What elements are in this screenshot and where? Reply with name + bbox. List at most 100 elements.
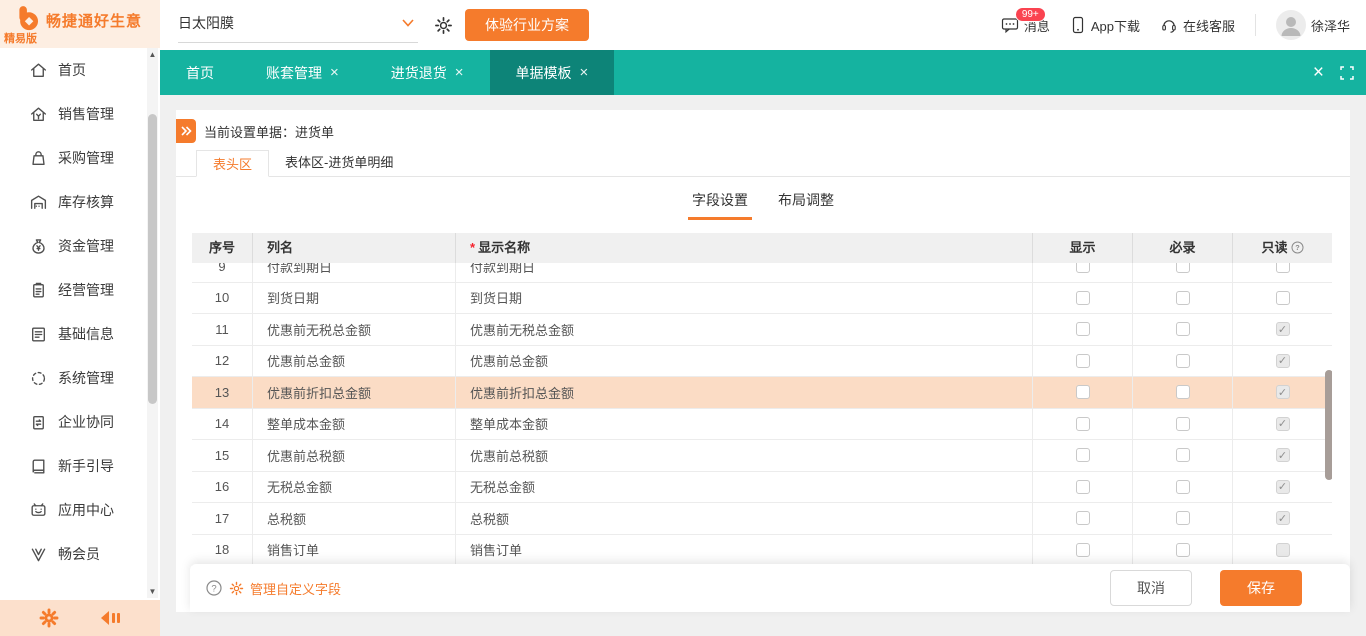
display-name-cell: 付款到期日	[455, 263, 1032, 282]
settings-gear-icon[interactable]	[39, 608, 59, 628]
table-scrollbar-thumb[interactable]	[1325, 370, 1332, 480]
sidebar-item-guide[interactable]: 新手引导	[0, 444, 146, 488]
close-all-tabs-icon[interactable]: ×	[1313, 63, 1324, 82]
sidebar-item-label: 首页	[58, 62, 86, 78]
table-row[interactable]: 15 优惠前总税额 优惠前总税额	[192, 440, 1332, 472]
help-icon[interactable]: ?	[206, 580, 222, 596]
required-cell	[1132, 377, 1232, 408]
table-row[interactable]: 18 销售订单 销售订单	[192, 534, 1332, 566]
readonly-checkbox[interactable]	[1275, 263, 1290, 274]
sidebar-item-app-center[interactable]: 应用中心	[0, 488, 146, 532]
online-support-label: 在线客服	[1182, 18, 1235, 34]
readonly-checkbox	[1275, 416, 1290, 431]
sub-tab-1[interactable]: 布局调整	[778, 190, 834, 220]
column-name-cell: 付款到期日	[252, 263, 455, 282]
account-select[interactable]: 日太阳膜	[178, 7, 418, 43]
required-checkbox[interactable]	[1175, 416, 1190, 431]
table-row[interactable]: 11 优惠前无税总金额 优惠前无税总金额	[192, 314, 1332, 346]
trial-solution-button[interactable]: 体验行业方案	[465, 9, 589, 41]
show-checkbox[interactable]	[1075, 448, 1090, 463]
required-checkbox[interactable]	[1175, 542, 1190, 557]
readonly-checkbox	[1275, 385, 1290, 400]
show-cell	[1032, 282, 1132, 313]
sidebar-item-sales[interactable]: 销售管理	[0, 92, 146, 136]
show-checkbox[interactable]	[1075, 479, 1090, 494]
tab-close-icon[interactable]: ×	[330, 65, 339, 80]
table-row[interactable]: 10 到货日期 到货日期	[192, 282, 1332, 314]
home-icon	[28, 60, 48, 80]
required-checkbox[interactable]	[1175, 511, 1190, 526]
show-checkbox[interactable]	[1075, 353, 1090, 368]
area-tab-0[interactable]: 表头区	[196, 150, 270, 177]
required-checkbox[interactable]	[1175, 479, 1190, 494]
fullscreen-icon[interactable]	[1340, 65, 1354, 80]
show-checkbox[interactable]	[1075, 511, 1090, 526]
show-checkbox[interactable]	[1075, 263, 1090, 274]
double-chevron-icon[interactable]	[176, 119, 196, 143]
readonly-checkbox[interactable]	[1275, 290, 1290, 305]
messages-button[interactable]: 消息 99+	[1001, 6, 1050, 35]
table-row[interactable]: 9 付款到期日 付款到期日	[192, 263, 1332, 283]
sidebar-item-system[interactable]: 系统管理	[0, 356, 146, 400]
save-button[interactable]: 保存	[1220, 570, 1302, 606]
table-row[interactable]: 12 优惠前总金额 优惠前总金额	[192, 345, 1332, 377]
tab-close-icon[interactable]: ×	[580, 65, 589, 80]
show-checkbox[interactable]	[1075, 385, 1090, 400]
sidebar-item-home[interactable]: 首页	[0, 48, 146, 92]
required-checkbox[interactable]	[1175, 290, 1190, 305]
show-cell	[1032, 503, 1132, 534]
sub-tab-0[interactable]: 字段设置	[688, 190, 752, 220]
app-download-button[interactable]: App下载	[1070, 16, 1140, 35]
required-checkbox[interactable]	[1175, 322, 1190, 337]
tabbar-tab-3[interactable]: 单据模板 ×	[489, 50, 615, 95]
sidebar-scrollbar[interactable]: ▲ ▼	[147, 48, 158, 598]
readonly-help-icon[interactable]: ?	[1290, 235, 1304, 265]
scroll-up-icon[interactable]: ▲	[147, 50, 158, 59]
required-checkbox[interactable]	[1175, 385, 1190, 400]
sidebar-item-inventory[interactable]: 库存核算	[0, 180, 146, 224]
sidebar-item-purchase[interactable]: 采购管理	[0, 136, 146, 180]
column-name-cell: 优惠前折扣总金额	[252, 377, 455, 408]
show-cell	[1032, 534, 1132, 565]
table-row[interactable]: 16 无税总金额 无税总金额	[192, 471, 1332, 503]
required-checkbox[interactable]	[1175, 263, 1190, 274]
sidebar-item-operations[interactable]: 经营管理	[0, 268, 146, 312]
sidebar-item-label: 销售管理	[58, 106, 114, 122]
sidebar-item-member[interactable]: 畅会员	[0, 532, 146, 576]
required-cell	[1132, 345, 1232, 376]
tabbar-tab-1[interactable]: 账套管理 ×	[240, 50, 365, 95]
tab-close-icon[interactable]: ×	[455, 65, 464, 80]
manage-custom-fields-link[interactable]: 管理自定义字段	[229, 579, 341, 598]
chevron-down-icon	[402, 19, 414, 27]
collapse-sidebar-icon[interactable]	[101, 611, 121, 625]
funds-icon	[28, 236, 48, 256]
tabbar-tab-2[interactable]: 进货退货 ×	[365, 50, 490, 95]
sidebar-item-base-info[interactable]: 基础信息	[0, 312, 146, 356]
inventory-icon	[28, 192, 48, 212]
show-checkbox[interactable]	[1075, 290, 1090, 305]
online-support-button[interactable]: 在线客服	[1160, 16, 1235, 35]
required-checkbox[interactable]	[1175, 353, 1190, 368]
tabbar-tab-0[interactable]: 首页	[160, 50, 240, 95]
sidebar-scrollbar-thumb[interactable]	[148, 114, 157, 404]
show-checkbox[interactable]	[1075, 322, 1090, 337]
table-row[interactable]: 14 整单成本金额 整单成本金额	[192, 408, 1332, 440]
display-name-cell: 无税总金额	[455, 471, 1032, 502]
area-tab-1[interactable]: 表体区-进货单明细	[269, 149, 409, 176]
table-row[interactable]: 17 总税额 总税额	[192, 503, 1332, 535]
cancel-button[interactable]: 取消	[1110, 570, 1192, 606]
main-content: 当前设置单据：进货单 表头区 表体区-进货单明细 字段设置 布局调整 序号 列名 *…	[160, 95, 1366, 636]
sidebar-item-funds[interactable]: 资金管理	[0, 224, 146, 268]
scroll-down-icon[interactable]: ▼	[147, 587, 158, 596]
show-checkbox[interactable]	[1075, 542, 1090, 557]
required-checkbox[interactable]	[1175, 448, 1190, 463]
fields-table: 序号 列名 * 显示名称 显示 必录 只读? 9 付款到期日 付款到期日 10 到货日期到…	[192, 233, 1332, 570]
table-row[interactable]: 13 优惠前折扣总金额 优惠前折扣总金额	[192, 377, 1332, 409]
show-checkbox[interactable]	[1075, 416, 1090, 431]
display-name-cell: 优惠前无税总金额	[455, 314, 1032, 345]
show-cell	[1032, 440, 1132, 471]
account-settings-gear-icon[interactable]	[434, 16, 453, 35]
user-menu[interactable]: 徐泽华	[1275, 10, 1350, 40]
column-name-cell: 优惠前总税额	[252, 440, 455, 471]
sidebar-item-collaboration[interactable]: 企业协同	[0, 400, 146, 444]
